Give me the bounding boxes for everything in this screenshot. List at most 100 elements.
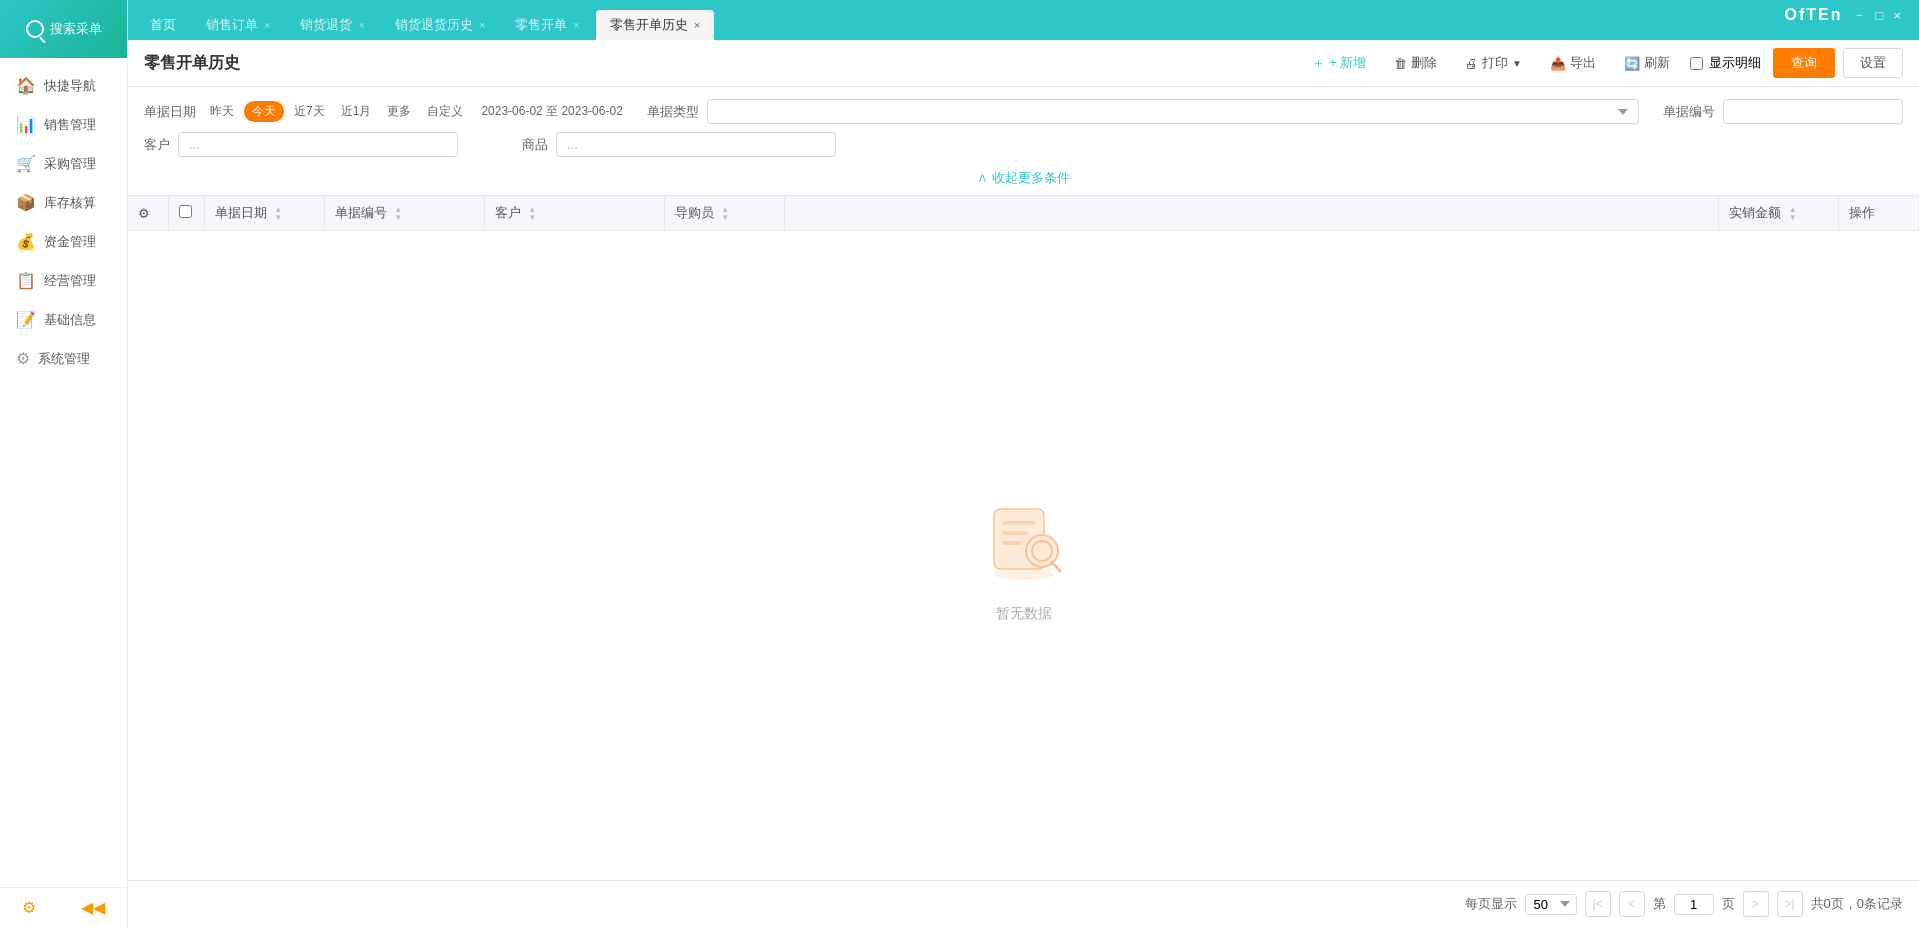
brand-label: OfTEn	[1785, 6, 1843, 24]
date-range-display: 2023-06-02 至 2023-06-02	[481, 103, 622, 120]
tab-sales-return-close[interactable]: ×	[358, 19, 364, 31]
print-label: 打印	[1482, 54, 1508, 72]
goods-filter-input[interactable]: ...	[556, 132, 836, 157]
sidebar-label-sales-mgmt: 销售管理	[44, 116, 96, 134]
tab-retail-history[interactable]: 零售开单历史 ×	[596, 10, 714, 40]
sidebar-label-purchase-mgmt: 采购管理	[44, 155, 96, 173]
date-btn-7days[interactable]: 近7天	[288, 101, 331, 122]
tab-sales-return-history[interactable]: 销货退货历史 ×	[381, 10, 499, 40]
refresh-button[interactable]: 🔄 刷新	[1616, 50, 1678, 76]
tab-retail-history-close[interactable]: ×	[694, 19, 700, 31]
query-setting-group: 查询 设置	[1773, 48, 1903, 78]
page-prev-button[interactable]: <	[1619, 891, 1645, 917]
tab-retail-open[interactable]: 零售开单 ×	[501, 10, 593, 40]
empty-state: 暂无数据	[128, 231, 1919, 880]
collapse-bar[interactable]: ∧ 收起更多条件	[144, 165, 1903, 187]
data-table: ⚙ 单据日期 ▲▼ 单据编号 ▲▼ 客户	[128, 196, 1919, 231]
th-salesman-label: 导购员	[675, 205, 714, 220]
empty-icon	[974, 489, 1074, 589]
print-button[interactable]: 🖨 打印 ▼	[1457, 50, 1530, 76]
th-check[interactable]	[168, 196, 204, 231]
sidebar-item-sys-mgmt[interactable]: ⚙系统管理	[0, 339, 127, 378]
sidebar-icon-finance: 💰	[16, 232, 36, 251]
th-date[interactable]: 单据日期 ▲▼	[204, 196, 324, 231]
tab-retail-open-close[interactable]: ×	[573, 19, 579, 31]
page-title: 零售开单历史	[144, 53, 1292, 74]
date-btn-custom[interactable]: 自定义	[421, 101, 469, 122]
page-size-select[interactable]: 50 10 20 100	[1525, 894, 1577, 915]
sidebar-item-purchase-mgmt[interactable]: 🛒采购管理	[0, 144, 127, 183]
tab-home[interactable]: 首页	[136, 10, 190, 40]
date-btn-yesterday[interactable]: 昨天	[204, 101, 240, 122]
th-no[interactable]: 单据编号 ▲▼	[324, 196, 484, 231]
type-filter-select[interactable]	[707, 99, 1639, 124]
svg-line-7	[1052, 562, 1060, 571]
search-label: 搜索采单	[50, 20, 102, 38]
collapse-sidebar-icon[interactable]: ◀◀	[81, 898, 105, 917]
sidebar-label-quick-nav: 快捷导航	[44, 77, 96, 95]
page-next-button[interactable]: >	[1743, 891, 1769, 917]
search-icon	[26, 20, 44, 38]
sidebar-item-quick-nav[interactable]: 🏠快捷导航	[0, 66, 127, 105]
setting-button[interactable]: 设置	[1843, 48, 1903, 78]
add-button[interactable]: ＋ + 新增	[1304, 50, 1374, 76]
delete-button[interactable]: 🗑 删除	[1386, 50, 1445, 76]
sidebar-item-ops-mgmt[interactable]: 📋经营管理	[0, 261, 127, 300]
th-settings[interactable]: ⚙	[128, 196, 168, 231]
svg-rect-2	[1002, 521, 1036, 525]
tab-sales-order-close[interactable]: ×	[264, 19, 270, 31]
no-filter-input[interactable]	[1723, 99, 1903, 124]
customer-filter-input[interactable]: ...	[178, 132, 458, 157]
date-filter-field: 单据日期 昨天 今天 近7天 近1月 更多 自定义 2023-06-02 至 2…	[144, 101, 623, 122]
sidebar-item-sales-mgmt[interactable]: 📊销售管理	[0, 105, 127, 144]
date-btn-1month[interactable]: 近1月	[335, 101, 378, 122]
page-first-button[interactable]: |<	[1585, 891, 1611, 917]
sidebar-label-finance: 资金管理	[44, 233, 96, 251]
add-label: + 新增	[1329, 54, 1366, 72]
filter-row-1: 单据日期 昨天 今天 近7天 近1月 更多 自定义 2023-06-02 至 2…	[144, 99, 1903, 124]
salesman-sort-icon: ▲▼	[721, 206, 729, 222]
sidebar-label-inventory: 库存核算	[44, 194, 96, 212]
export-button[interactable]: 📤 导出	[1542, 50, 1604, 76]
print-icon: 🖨	[1465, 56, 1478, 71]
sidebar-icon-ops-mgmt: 📋	[16, 271, 36, 290]
tab-sales-order[interactable]: 销售订单 ×	[192, 10, 284, 40]
tab-sales-return-history-close[interactable]: ×	[479, 19, 485, 31]
display-detail-checkbox[interactable]	[1690, 57, 1703, 70]
page-input[interactable]	[1674, 894, 1714, 915]
window-minimize-icon[interactable]: －	[1853, 6, 1866, 24]
sidebar-icon-inventory: 📦	[16, 193, 36, 212]
date-btn-today[interactable]: 今天	[244, 101, 284, 122]
sidebar-icon-sys-mgmt: ⚙	[16, 349, 30, 368]
page-size-label: 每页显示	[1465, 895, 1517, 913]
amount-sort-icon: ▲▼	[1789, 206, 1797, 222]
th-spacer	[784, 196, 1719, 231]
tab-bar: 首页 销售订单 × 销货退货 × 销货退货历史 × 零售开单 × 零售开单历史 …	[128, 0, 1919, 40]
sidebar-item-inventory[interactable]: 📦 库存核算	[0, 183, 127, 222]
tab-sales-return[interactable]: 销货退货 ×	[286, 10, 378, 40]
query-button[interactable]: 查询	[1773, 48, 1835, 78]
search-menu-item[interactable]: 搜索采单	[0, 10, 127, 48]
refresh-icon: 🔄	[1624, 56, 1640, 71]
window-close-icon[interactable]: ×	[1893, 8, 1901, 23]
empty-text: 暂无数据	[996, 605, 1052, 623]
window-maximize-icon[interactable]: □	[1876, 8, 1884, 23]
export-label: 导出	[1570, 54, 1596, 72]
pagination-bar: 每页显示 50 10 20 100 |< < 第 页 > >| 共0页，0条记录	[128, 880, 1919, 927]
table-header-row: ⚙ 单据日期 ▲▼ 单据编号 ▲▼ 客户	[128, 196, 1919, 231]
sidebar-item-basic-info[interactable]: 📝基础信息	[0, 300, 127, 339]
refresh-label: 刷新	[1644, 54, 1670, 72]
th-customer[interactable]: 客户 ▲▼	[484, 196, 664, 231]
page-last-button[interactable]: >|	[1777, 891, 1803, 917]
date-btn-more[interactable]: 更多	[381, 101, 417, 122]
type-filter-label: 单据类型	[647, 103, 699, 121]
tab-sales-return-label: 销货退货	[300, 16, 352, 34]
svg-rect-3	[1002, 531, 1028, 535]
select-all-checkbox[interactable]	[179, 205, 192, 218]
sidebar-item-finance[interactable]: 💰 资金管理	[0, 222, 127, 261]
toolbar: 零售开单历史 ＋ + 新增 🗑 删除 🖨 打印 ▼ 📤 导出 🔄 刷新	[128, 40, 1919, 87]
th-salesman[interactable]: 导购员 ▲▼	[664, 196, 784, 231]
print-dropdown-icon: ▼	[1512, 58, 1522, 69]
th-amount[interactable]: 实销金额 ▲▼	[1719, 196, 1839, 231]
settings-icon[interactable]: ⚙	[22, 898, 36, 917]
